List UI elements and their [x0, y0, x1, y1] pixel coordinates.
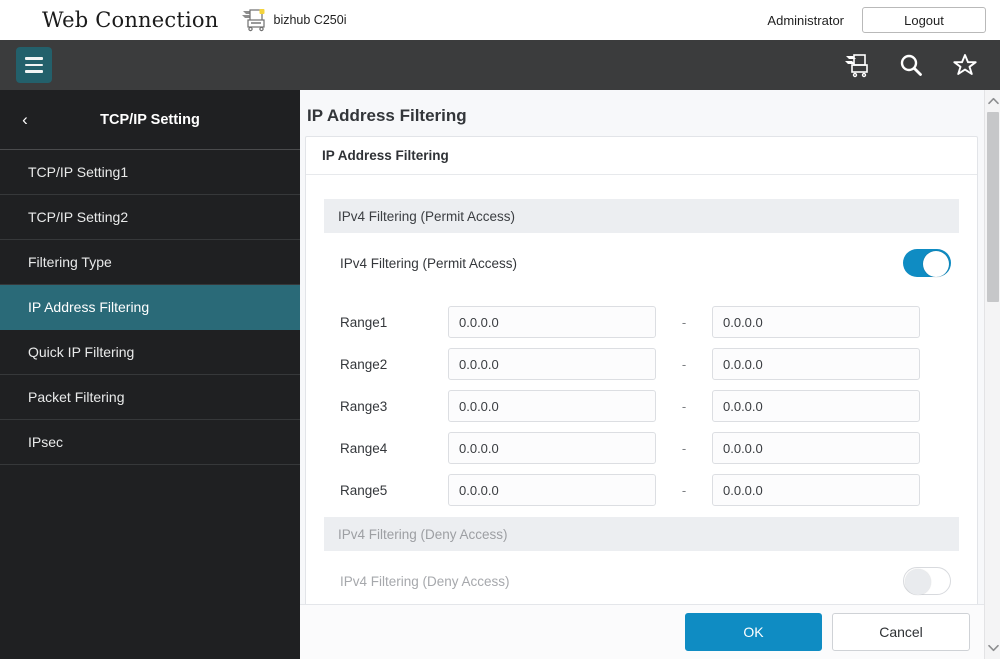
main-content: IP Address Filtering IP Address Filterin… [300, 90, 984, 659]
sidebar-item-quick-ip-filtering[interactable]: Quick IP Filtering [0, 330, 300, 375]
ip-address-filtering-card: IP Address Filtering IPv4 Filtering (Per… [305, 136, 978, 612]
user-role-label: Administrator [767, 13, 844, 28]
card-body: IPv4 Filtering (Permit Access) IPv4 Filt… [306, 175, 977, 611]
range-separator: - [656, 357, 712, 372]
toggle-knob [905, 569, 931, 595]
search-icon[interactable] [898, 52, 924, 78]
chevron-down-icon[interactable] [985, 639, 1000, 657]
ok-button[interactable]: OK [685, 613, 822, 651]
range-label: Range4 [340, 441, 448, 456]
permit-access-toggle-row: IPv4 Filtering (Permit Access) [324, 233, 959, 293]
sidebar: ‹ TCP/IP Setting TCP/IP Setting1 TCP/IP … [0, 90, 300, 659]
sidebar-header: ‹ TCP/IP Setting [0, 90, 300, 150]
range-separator: - [656, 483, 712, 498]
scrollbar-thumb[interactable] [987, 112, 999, 302]
range-separator: - [656, 399, 712, 414]
range1-start-input[interactable] [448, 306, 656, 338]
sidebar-item-tcpip-setting2[interactable]: TCP/IP Setting2 [0, 195, 300, 240]
hamburger-menu-icon[interactable] [16, 47, 52, 83]
range5-end-input[interactable] [712, 474, 920, 506]
sidebar-item-ip-address-filtering[interactable]: IP Address Filtering [0, 285, 300, 330]
range4-start-input[interactable] [448, 432, 656, 464]
nav-icon-group [844, 52, 1000, 78]
deny-access-toggle-label: IPv4 Filtering (Deny Access) [340, 574, 510, 589]
sidebar-item-label: TCP/IP Setting2 [28, 209, 128, 225]
permit-access-toggle[interactable] [903, 249, 951, 277]
permit-access-range-list: Range1 - Range2 - Range3 - [324, 293, 959, 517]
brand-bar-right: Administrator Logout [767, 7, 1000, 33]
sidebar-item-packet-filtering[interactable]: Packet Filtering [0, 375, 300, 420]
sidebar-item-tcpip-setting1[interactable]: TCP/IP Setting1 [0, 150, 300, 195]
cancel-button[interactable]: Cancel [832, 613, 970, 651]
range4-end-input[interactable] [712, 432, 920, 464]
permit-access-toggle-label: IPv4 Filtering (Permit Access) [340, 256, 517, 271]
range-label: Range5 [340, 483, 448, 498]
vertical-scrollbar[interactable] [984, 90, 1000, 659]
sidebar-item-label: TCP/IP Setting1 [28, 164, 128, 180]
sidebar-item-label: Quick IP Filtering [28, 344, 134, 360]
range-label: Range3 [340, 399, 448, 414]
action-footer: OK Cancel [300, 604, 984, 659]
printer-icon [241, 8, 267, 32]
sidebar-item-label: IP Address Filtering [28, 299, 149, 315]
range3-end-input[interactable] [712, 390, 920, 422]
deny-access-toggle-row: IPv4 Filtering (Deny Access) [324, 551, 959, 611]
range1-end-input[interactable] [712, 306, 920, 338]
range-separator: - [656, 441, 712, 456]
sidebar-item-label: Packet Filtering [28, 389, 124, 405]
device-name: bizhub C250i [274, 13, 347, 27]
range2-start-input[interactable] [448, 348, 656, 380]
range-row: Range3 - [324, 385, 959, 427]
favorite-star-icon[interactable] [952, 52, 978, 78]
toggle-knob [923, 251, 949, 277]
range-label: Range1 [340, 315, 448, 330]
chevron-up-icon[interactable] [985, 92, 1000, 110]
sidebar-item-label: Filtering Type [28, 254, 112, 270]
sidebar-item-label: IPsec [28, 434, 63, 450]
page-title: IP Address Filtering [300, 90, 984, 136]
section-header: IPv4 Filtering (Deny Access) [324, 517, 959, 551]
printer-status-icon[interactable] [844, 52, 870, 78]
range3-start-input[interactable] [448, 390, 656, 422]
range5-start-input[interactable] [448, 474, 656, 506]
chevron-left-icon[interactable]: ‹ [14, 109, 36, 131]
sidebar-title: TCP/IP Setting [0, 112, 300, 128]
logout-button[interactable]: Logout [862, 7, 986, 33]
range2-end-input[interactable] [712, 348, 920, 380]
sidebar-item-filtering-type[interactable]: Filtering Type [0, 240, 300, 285]
brand-bar: Web Connection bizhub C250i Administrato… [0, 0, 1000, 40]
sidebar-item-ipsec[interactable]: IPsec [0, 420, 300, 465]
app-title: Web Connection [42, 8, 219, 32]
device-chip: bizhub C250i [241, 8, 347, 32]
section-ipv4-deny-access: IPv4 Filtering (Deny Access) IPv4 Filter… [324, 517, 959, 611]
section-ipv4-permit-access: IPv4 Filtering (Permit Access) IPv4 Filt… [324, 199, 959, 517]
deny-access-toggle[interactable] [903, 567, 951, 595]
section-header: IPv4 Filtering (Permit Access) [324, 199, 959, 233]
range-row: Range5 - [324, 469, 959, 511]
top-nav-bar [0, 40, 1000, 90]
card-title: IP Address Filtering [306, 137, 977, 175]
range-row: Range1 - [324, 301, 959, 343]
range-label: Range2 [340, 357, 448, 372]
range-separator: - [656, 315, 712, 330]
range-row: Range4 - [324, 427, 959, 469]
range-row: Range2 - [324, 343, 959, 385]
